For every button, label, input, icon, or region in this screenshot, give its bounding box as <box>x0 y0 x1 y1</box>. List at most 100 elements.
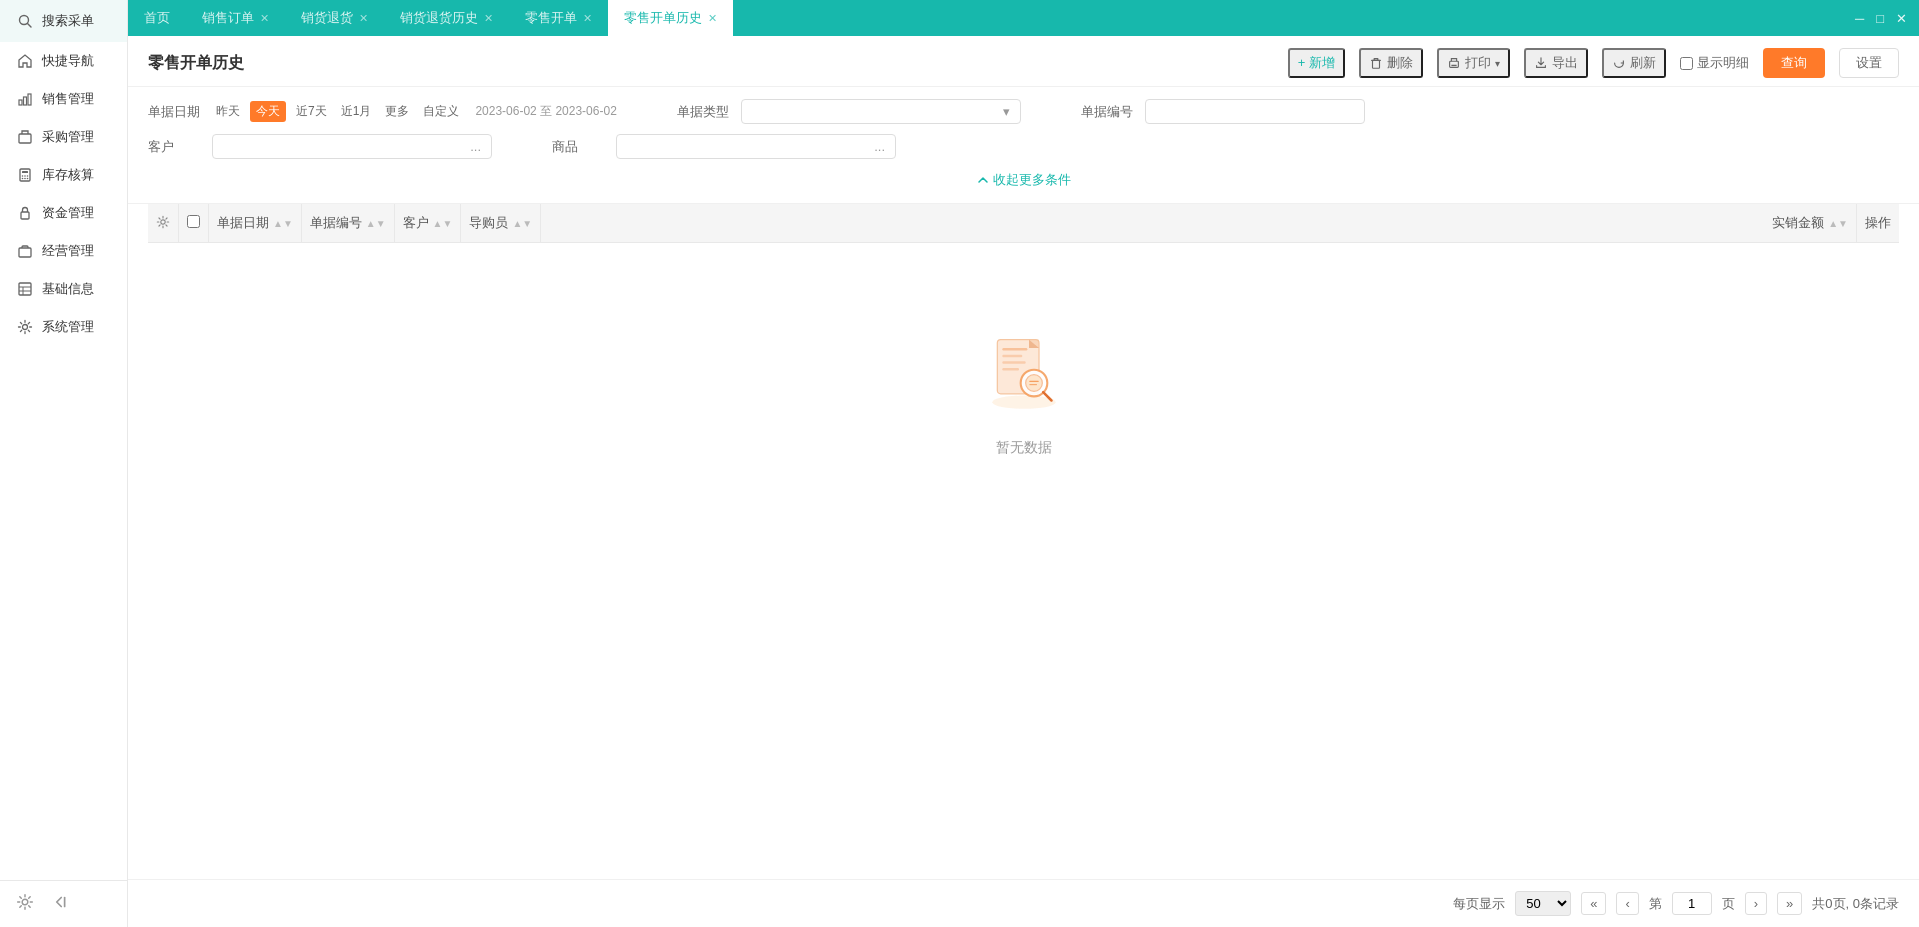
svg-rect-3 <box>24 97 27 105</box>
gear-icon <box>16 318 34 336</box>
setting-button[interactable]: 设置 <box>1839 48 1899 78</box>
sidebar-item-sys-mgmt[interactable]: 系统管理 <box>0 308 127 346</box>
svg-rect-2 <box>19 100 22 105</box>
svg-rect-31 <box>1002 361 1025 364</box>
th-customer: 客户 ▲▼ <box>394 204 461 243</box>
page-number-input[interactable] <box>1672 892 1712 915</box>
search-icon <box>16 12 34 30</box>
tab-sales-order[interactable]: 销售订单 ✕ <box>186 0 285 36</box>
sidebar-item-sales-mgmt[interactable]: 销售管理 <box>0 80 127 118</box>
query-button[interactable]: 查询 <box>1763 48 1825 78</box>
th-order-no: 单据编号 ▲▼ <box>301 204 394 243</box>
add-button[interactable]: + 新增 <box>1288 48 1345 78</box>
sidebar-search[interactable]: 搜索采单 <box>0 0 127 42</box>
tab-sales-return[interactable]: 销货退货 ✕ <box>285 0 384 36</box>
table-header-row: 单据日期 ▲▼ 单据编号 ▲▼ 客户 <box>148 204 1899 243</box>
collapse-arrow-icon <box>977 174 989 186</box>
close-tab-sales-return[interactable]: ✕ <box>359 12 368 25</box>
prev-page-btn[interactable]: ‹ <box>1616 892 1638 915</box>
th-customer-sort[interactable]: 客户 ▲▼ <box>403 214 453 232</box>
next-page-btn[interactable]: › <box>1745 892 1767 915</box>
customer-filter: 客户 ... <box>148 134 492 159</box>
sidebar-item-label: 采购管理 <box>42 128 94 146</box>
customer-dots[interactable]: ... <box>470 139 481 154</box>
th-salesperson: 导购员 ▲▼ <box>461 204 541 243</box>
sidebar-item-finance[interactable]: 资金管理 <box>0 194 127 232</box>
goods-filter: 商品 ... <box>552 134 896 159</box>
date-opt-today[interactable]: 今天 <box>250 101 286 122</box>
tab-sales-return-history[interactable]: 销货退货历史 ✕ <box>384 0 509 36</box>
export-button[interactable]: 导出 <box>1524 48 1588 78</box>
th-amount-sort[interactable]: 实销金额 ▲▼ <box>1772 214 1848 232</box>
customer-select[interactable]: ... <box>212 134 492 159</box>
top-nav: 首页 销售订单 ✕ 销货退货 ✕ 销货退货历史 ✕ 零售开单 ✕ 零售开单历史 … <box>128 0 1919 36</box>
th-action-label: 操作 <box>1865 215 1891 230</box>
th-date-sort[interactable]: 单据日期 ▲▼ <box>217 214 293 232</box>
close-tab-sales-return-history[interactable]: ✕ <box>484 12 493 25</box>
goods-select[interactable]: ... <box>616 134 896 159</box>
th-checkbox[interactable] <box>179 204 209 243</box>
print-arrow-icon: ▾ <box>1495 58 1500 69</box>
date-opt-custom[interactable]: 自定义 <box>419 101 463 122</box>
svg-point-10 <box>27 175 29 177</box>
display-detail-checkbox[interactable] <box>1680 57 1693 70</box>
th-order-no-sort[interactable]: 单据编号 ▲▼ <box>310 214 386 232</box>
order-type-filter: 单据类型 ▾ <box>677 99 1021 124</box>
sidebar-item-label: 资金管理 <box>42 204 94 222</box>
tab-retail-open[interactable]: 零售开单 ✕ <box>509 0 608 36</box>
order-type-select[interactable]: ▾ <box>741 99 1021 124</box>
display-detail-toggle[interactable]: 显示明细 <box>1680 54 1749 72</box>
sidebar-item-inventory[interactable]: 库存核算 <box>0 156 127 194</box>
maximize-btn[interactable]: □ <box>1876 11 1884 26</box>
tab-sales-return-history-label: 销货退货历史 <box>400 9 478 27</box>
date-opt-yesterday[interactable]: 昨天 <box>212 101 244 122</box>
date-opt-7days[interactable]: 近7天 <box>292 101 331 122</box>
filter-row-2: 客户 ... 商品 ... <box>148 134 1899 159</box>
th-order-no-label: 单据编号 <box>310 214 362 232</box>
sidebar-item-quick-nav[interactable]: 快捷导航 <box>0 42 127 80</box>
th-salesperson-sort[interactable]: 导购员 ▲▼ <box>469 214 532 232</box>
tab-home[interactable]: 首页 <box>128 0 186 36</box>
order-no-input[interactable] <box>1145 99 1365 124</box>
close-tab-retail-open-history[interactable]: ✕ <box>708 12 717 25</box>
tab-retail-open-history[interactable]: 零售开单历史 ✕ <box>608 0 733 36</box>
table-gear-icon <box>156 215 170 229</box>
close-tab-sales-order[interactable]: ✕ <box>260 12 269 25</box>
collapse-button[interactable]: 收起更多条件 <box>969 169 1079 191</box>
goods-dots[interactable]: ... <box>874 139 885 154</box>
sort-date-icon: ▲▼ <box>273 218 293 229</box>
refresh-button[interactable]: 刷新 <box>1602 48 1666 78</box>
svg-rect-5 <box>19 134 31 143</box>
close-btn[interactable]: ✕ <box>1896 11 1907 26</box>
th-customer-label: 客户 <box>403 214 429 232</box>
select-all-checkbox[interactable] <box>187 215 200 228</box>
sort-amount-icon: ▲▼ <box>1828 218 1848 229</box>
settings-bottom-icon[interactable] <box>16 893 34 915</box>
page-suffix: 页 <box>1722 895 1735 913</box>
page-label: 第 <box>1649 895 1662 913</box>
close-tab-retail-open[interactable]: ✕ <box>583 12 592 25</box>
sort-salesperson-icon: ▲▼ <box>512 218 532 229</box>
sidebar-bottom <box>0 880 127 927</box>
print-button[interactable]: 打印 ▾ <box>1437 48 1510 78</box>
delete-button[interactable]: 删除 <box>1359 48 1423 78</box>
svg-line-1 <box>28 24 32 28</box>
page-size-select[interactable]: 50 10 20 100 <box>1515 891 1571 916</box>
sidebar-item-purchase-mgmt[interactable]: 采购管理 <box>0 118 127 156</box>
sidebar-search-label: 搜索采单 <box>42 12 94 30</box>
last-page-btn[interactable]: » <box>1777 892 1802 915</box>
first-page-btn[interactable]: « <box>1581 892 1606 915</box>
date-opt-1month[interactable]: 近1月 <box>337 101 376 122</box>
sidebar-item-basic-info[interactable]: 基础信息 <box>0 270 127 308</box>
svg-point-27 <box>992 396 1055 409</box>
sidebar-item-operations[interactable]: 经营管理 <box>0 232 127 270</box>
calculator-icon <box>16 166 34 184</box>
th-gear[interactable] <box>148 204 179 243</box>
th-spacer <box>541 204 1765 243</box>
date-opt-more[interactable]: 更多 <box>381 101 413 122</box>
svg-point-20 <box>23 325 28 330</box>
minimize-btn[interactable]: ─ <box>1855 11 1864 26</box>
home-icon <box>16 52 34 70</box>
th-action: 操作 <box>1857 204 1900 243</box>
collapse-sidebar-icon[interactable] <box>50 893 68 915</box>
